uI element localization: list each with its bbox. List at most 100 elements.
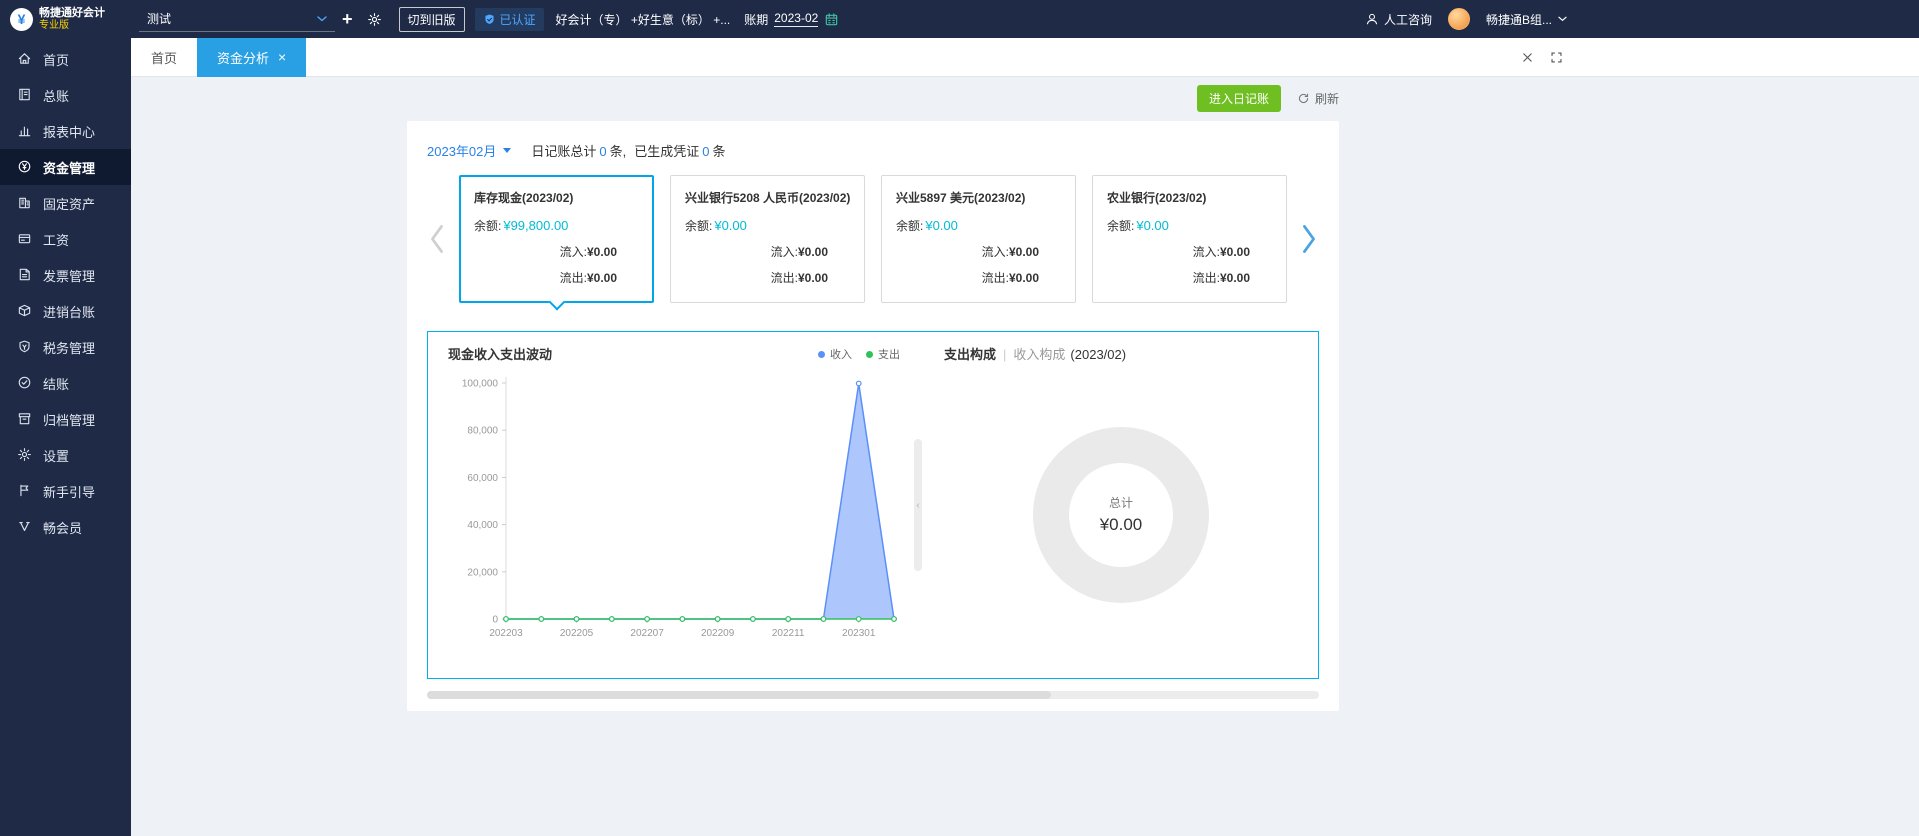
tab-label: 资金分析 — [217, 50, 270, 66]
refresh-button[interactable]: 刷新 — [1297, 90, 1339, 107]
period-value: 2023-02 — [774, 11, 819, 27]
divider-handle-icon[interactable]: ‹ — [914, 439, 922, 571]
account-name: 库存现金(2023/02) — [474, 191, 574, 205]
content-area: 进入日记账 刷新 2023年02月 日记账总计 0 条, 已生成凭证 0 条 库… — [131, 77, 1919, 836]
sidebar-item-tax-management[interactable]: 税务管理 — [0, 329, 131, 365]
home-icon — [17, 51, 33, 67]
calendar-icon[interactable] — [824, 12, 839, 27]
chevron-down-icon — [1558, 16, 1567, 22]
chevron-down-icon — [317, 15, 327, 22]
outflow-label: 流出: — [981, 271, 1009, 285]
account-period[interactable]: 账期 2023-02 — [744, 11, 839, 28]
account-card-cib-5897-usd[interactable]: 兴业5897 美元(2023/02) 余额: ¥0.00 流入:¥0.00 流出:… — [881, 175, 1076, 303]
account-name: 兴业银行5208 人民币(2023/02) — [685, 191, 850, 205]
legend-expense-label: 支出 — [878, 349, 900, 361]
inflow-value: ¥0.00 — [586, 245, 617, 259]
account-card-abc-bank[interactable]: 农业银行(2023/02) 余额: ¥0.00 流入:¥0.00 流出:¥0.00 — [1092, 175, 1287, 303]
refresh-icon — [1297, 92, 1310, 105]
account-name: 兴业5897 美元(2023/02) — [896, 191, 1026, 205]
carousel-prev-button[interactable] — [427, 224, 447, 254]
balance-value: ¥0.00 — [714, 218, 747, 233]
journal-total-suffix: 条, — [609, 144, 627, 159]
month-value: 2023年02月 — [427, 144, 497, 159]
sidebar-item-label: 总账 — [43, 88, 70, 104]
donut-center: 总计 ¥0.00 — [1069, 462, 1173, 567]
outflow-label: 流出: — [1192, 271, 1220, 285]
app-logo-text: 畅捷通好会计 专业版 — [39, 7, 105, 30]
chart-legend: 收入 支出 — [818, 346, 900, 362]
sidebar-item-salary[interactable]: 工资 — [0, 221, 131, 257]
add-button[interactable]: + — [342, 10, 353, 28]
ledger-icon — [17, 87, 33, 103]
sidebar-item-report-center[interactable]: 报表中心 — [0, 113, 131, 149]
sidebar-item-invoice-management[interactable]: 发票管理 — [0, 257, 131, 293]
tab-expense-composition[interactable]: 支出构成 — [944, 347, 996, 362]
inflow-value: ¥0.00 — [1219, 245, 1250, 259]
flag-icon — [17, 483, 33, 499]
horizontal-scrollbar[interactable] — [427, 691, 1319, 699]
sidebar-item-fixed-assets[interactable]: 固定资产 — [0, 185, 131, 221]
legend-income-label: 收入 — [830, 349, 852, 361]
topbar: ¥ 畅捷通好会计 专业版 测试 + 切到旧版 已认证 好会计（专） +好生意（标… — [0, 0, 1919, 38]
account-cards: 库存现金(2023/02) 余额: ¥99,800.00 流入:¥0.00 流出:… — [459, 175, 1287, 303]
user-menu[interactable]: 畅捷通B组... — [1486, 11, 1567, 28]
sidebar-item-label: 资金管理 — [43, 160, 96, 176]
tab-funds-analysis[interactable]: 资金分析 × — [197, 37, 307, 77]
tab-close-icon[interactable]: × — [278, 50, 286, 64]
account-card-cib-5208[interactable]: 兴业银行5208 人民币(2023/02) 余额: ¥0.00 流入:¥0.00 … — [670, 175, 865, 303]
svg-text:60,000: 60,000 — [467, 473, 498, 484]
inflow-value: ¥0.00 — [1008, 245, 1039, 259]
sidebar-item-member[interactable]: 畅会员 — [0, 509, 131, 545]
tab-income-composition[interactable]: 收入构成 — [1013, 347, 1065, 362]
panel-divider[interactable]: ‹ — [912, 332, 924, 678]
month-select[interactable]: 2023年02月 — [427, 141, 512, 160]
sidebar-item-beginner-guide[interactable]: 新手引导 — [0, 473, 131, 509]
refresh-label: 刷新 — [1314, 91, 1339, 106]
balance-label: 余额: — [474, 219, 502, 233]
app-logo[interactable]: ¥ 畅捷通好会计 专业版 — [0, 7, 131, 31]
sidebar-item-closing[interactable]: 结账 — [0, 365, 131, 401]
product-name: 好会计（专） +好生意（标） +... — [555, 12, 731, 27]
sidebar-item-home[interactable]: 首页 — [0, 41, 131, 77]
donut-total-value: ¥0.00 — [1099, 515, 1143, 534]
switch-old-version-button[interactable]: 切到旧版 — [398, 6, 465, 32]
scrollbar-thumb[interactable] — [427, 691, 1052, 699]
inflow-label: 流入: — [981, 245, 1009, 259]
carousel-next-button[interactable] — [1299, 224, 1319, 254]
account-card-cash[interactable]: 库存现金(2023/02) 余额: ¥99,800.00 流入:¥0.00 流出:… — [459, 175, 654, 303]
dropdown-triangle-icon — [503, 148, 512, 153]
svg-text:202203: 202203 — [489, 628, 523, 639]
gear-icon[interactable] — [367, 12, 382, 27]
support-link[interactable]: 人工咨询 — [1365, 11, 1432, 28]
company-select[interactable]: 测试 — [139, 6, 335, 32]
outflow-value: ¥0.00 — [586, 271, 617, 285]
tab-home[interactable]: 首页 — [131, 38, 197, 77]
voucher-label: 已生成凭证 — [634, 144, 700, 159]
account-carousel: 库存现金(2023/02) 余额: ¥99,800.00 流入:¥0.00 流出:… — [427, 175, 1319, 303]
svg-text:0: 0 — [492, 615, 498, 626]
sidebar-item-funds-management[interactable]: 资金管理 — [0, 149, 131, 185]
enter-journal-button[interactable]: 进入日记账 — [1196, 84, 1281, 112]
close-icon[interactable] — [1521, 51, 1534, 64]
fullscreen-icon[interactable] — [1550, 51, 1563, 64]
balance-value: ¥0.00 — [925, 218, 958, 233]
sidebar-item-label: 固定资产 — [43, 196, 96, 212]
sidebar-item-settings[interactable]: 设置 — [0, 437, 131, 473]
inflow-value: ¥0.00 — [797, 245, 828, 259]
balance-label: 余额: — [896, 219, 924, 233]
journal-summary: 日记账总计 0 条, 已生成凭证 0 条 — [531, 141, 725, 160]
svg-text:100,000: 100,000 — [462, 379, 499, 390]
support-label: 人工咨询 — [1383, 12, 1432, 27]
sidebar-item-archive-management[interactable]: 归档管理 — [0, 401, 131, 437]
tabbar: 首页 资金分析 × — [131, 37, 1919, 77]
svg-text:202205: 202205 — [560, 628, 594, 639]
tax-shield-icon — [17, 339, 33, 355]
legend-expense[interactable]: 支出 — [866, 346, 900, 362]
avatar[interactable] — [1447, 8, 1470, 30]
legend-income[interactable]: 收入 — [818, 346, 852, 362]
sidebar-item-general-ledger[interactable]: 总账 — [0, 77, 131, 113]
funds-panel: 2023年02月 日记账总计 0 条, 已生成凭证 0 条 库存现金(2023/02) 余… — [407, 121, 1339, 711]
balance-label: 余额: — [685, 219, 713, 233]
sidebar-item-purchase-sales-ledger[interactable]: 进销台账 — [0, 293, 131, 329]
certified-badge[interactable]: 已认证 — [474, 7, 544, 31]
